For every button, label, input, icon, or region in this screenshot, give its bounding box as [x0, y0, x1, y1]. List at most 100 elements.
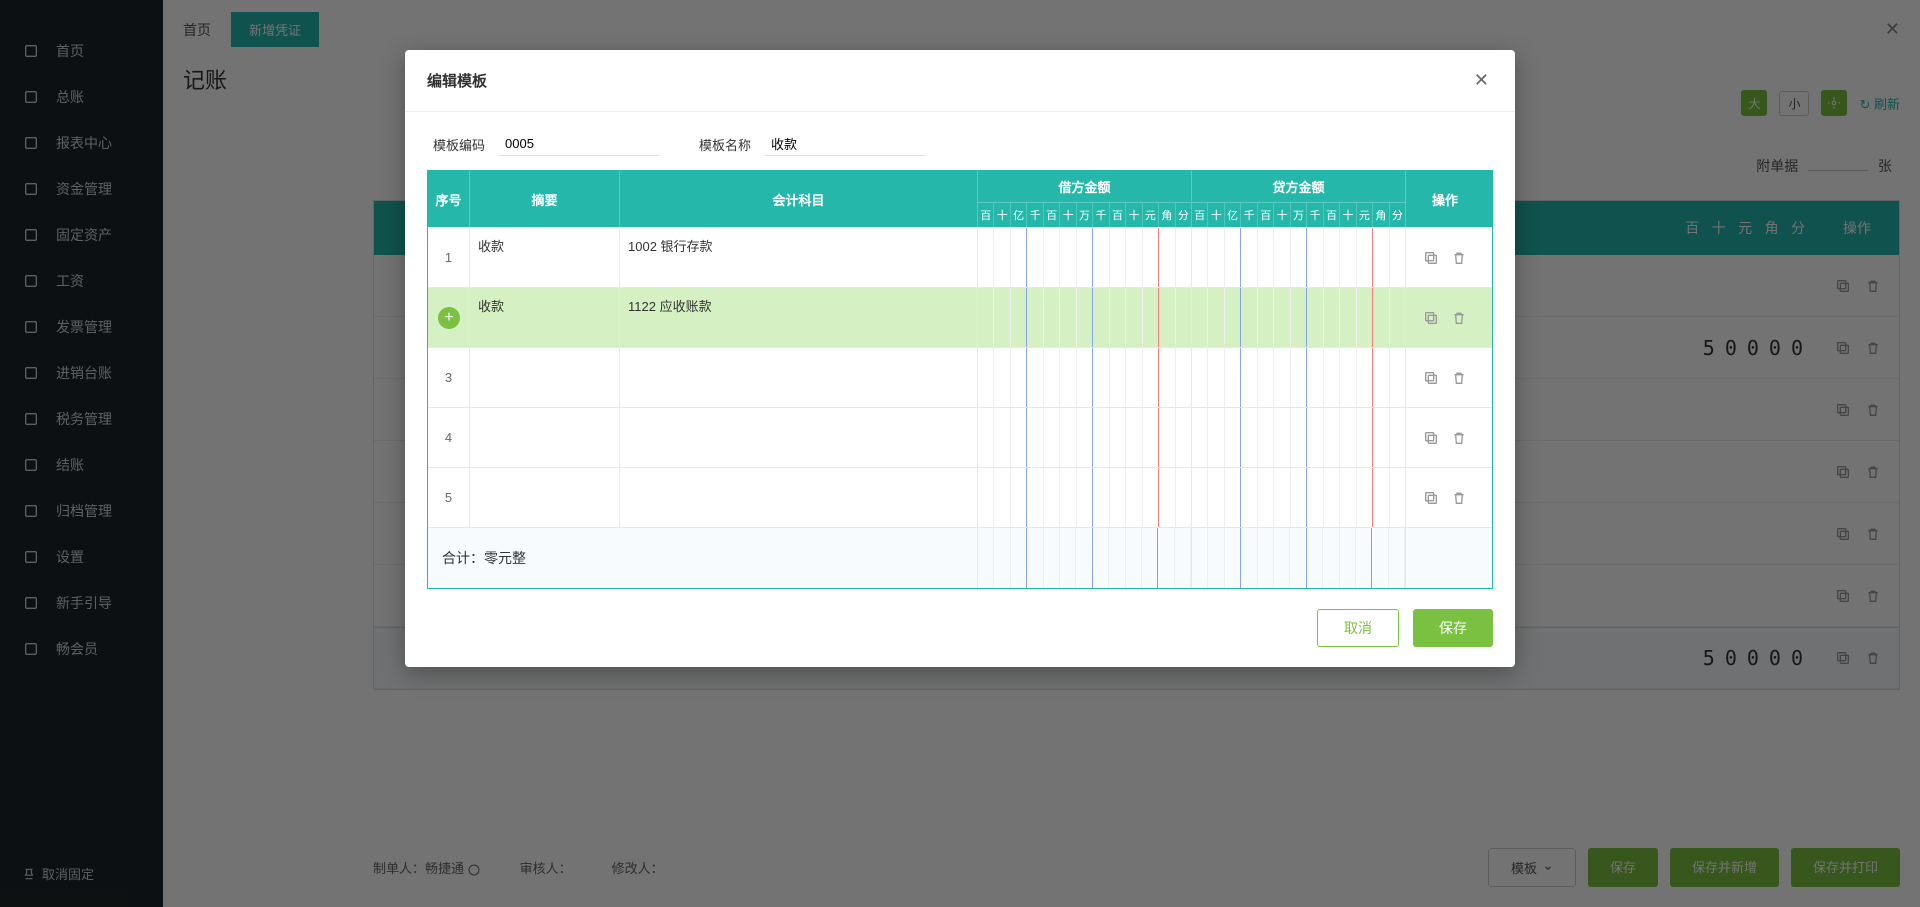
- amount-cell[interactable]: [1110, 228, 1126, 287]
- amount-cell[interactable]: [1390, 288, 1405, 347]
- amount-cell[interactable]: [1225, 528, 1241, 588]
- row-subject[interactable]: [620, 408, 978, 467]
- amount-cell[interactable]: [1356, 528, 1372, 588]
- amount-cell[interactable]: [1357, 408, 1373, 467]
- amount-cell[interactable]: [1093, 288, 1109, 347]
- amount-cell[interactable]: [994, 288, 1010, 347]
- amount-cell[interactable]: [1060, 528, 1076, 588]
- amount-cell[interactable]: [1159, 288, 1175, 347]
- amount-cell[interactable]: [1192, 228, 1208, 287]
- amount-cell[interactable]: [1159, 348, 1175, 407]
- amount-cell[interactable]: [1373, 408, 1389, 467]
- amount-cell[interactable]: [1044, 288, 1060, 347]
- amount-cell[interactable]: [1142, 528, 1158, 588]
- amount-cell[interactable]: [1192, 408, 1208, 467]
- delete-icon[interactable]: [1451, 430, 1467, 446]
- amount-cell[interactable]: [1060, 348, 1076, 407]
- amount-cell[interactable]: [1357, 228, 1373, 287]
- copy-icon[interactable]: [1423, 310, 1439, 326]
- amount-cell[interactable]: [1307, 228, 1323, 287]
- amount-cell[interactable]: [1390, 348, 1405, 407]
- amount-cell[interactable]: [1159, 408, 1175, 467]
- amount-cell[interactable]: [1093, 228, 1109, 287]
- amount-cell[interactable]: [994, 348, 1010, 407]
- amount-cell[interactable]: [1176, 348, 1191, 407]
- copy-icon[interactable]: [1423, 490, 1439, 506]
- amount-cell[interactable]: [1208, 228, 1224, 287]
- amount-cell[interactable]: [1093, 408, 1109, 467]
- amount-cell[interactable]: [1060, 408, 1076, 467]
- amount-cell[interactable]: [1307, 288, 1323, 347]
- amount-cell[interactable]: [1077, 288, 1093, 347]
- cancel-button[interactable]: 取消: [1317, 609, 1399, 647]
- amount-cell[interactable]: [1126, 468, 1142, 527]
- amount-cell[interactable]: [1093, 348, 1109, 407]
- amount-cell[interactable]: [1143, 288, 1159, 347]
- amount-cell[interactable]: [1357, 348, 1373, 407]
- amount-cell[interactable]: [1274, 228, 1290, 287]
- amount-cell[interactable]: [1027, 528, 1043, 588]
- amount-cell[interactable]: [1373, 228, 1389, 287]
- amount-cell[interactable]: [1372, 528, 1388, 588]
- amount-cell[interactable]: [1340, 288, 1356, 347]
- amount-cell[interactable]: [1143, 228, 1159, 287]
- amount-cell[interactable]: [1225, 348, 1241, 407]
- amount-cell[interactable]: [1192, 348, 1208, 407]
- amount-cell[interactable]: [1077, 348, 1093, 407]
- amount-cell[interactable]: [1027, 228, 1043, 287]
- amount-cell[interactable]: [1324, 348, 1340, 407]
- copy-icon[interactable]: [1423, 250, 1439, 266]
- amount-cell[interactable]: [1126, 288, 1142, 347]
- row-summary[interactable]: [470, 348, 620, 407]
- amount-cell[interactable]: [1011, 348, 1027, 407]
- amount-cell[interactable]: [1373, 468, 1389, 527]
- amount-cell[interactable]: [1044, 228, 1060, 287]
- amount-cell[interactable]: [1340, 528, 1356, 588]
- amount-cell[interactable]: [1340, 348, 1356, 407]
- amount-cell[interactable]: [1192, 528, 1208, 588]
- amount-cell[interactable]: [1011, 528, 1027, 588]
- row-summary[interactable]: 收款: [470, 228, 620, 287]
- amount-cell[interactable]: [1390, 408, 1405, 467]
- amount-cell[interactable]: [1241, 408, 1257, 467]
- amount-cell[interactable]: [1126, 408, 1142, 467]
- amount-cell[interactable]: [1027, 408, 1043, 467]
- amount-cell[interactable]: [1208, 408, 1224, 467]
- delete-icon[interactable]: [1451, 310, 1467, 326]
- amount-cell[interactable]: [1208, 528, 1224, 588]
- amount-cell[interactable]: [1274, 408, 1290, 467]
- amount-cell[interactable]: [1143, 468, 1159, 527]
- amount-cell[interactable]: [978, 228, 994, 287]
- row-summary[interactable]: [470, 468, 620, 527]
- amount-cell[interactable]: [1291, 468, 1307, 527]
- amount-cell[interactable]: [1110, 288, 1126, 347]
- amount-cell[interactable]: [1044, 528, 1060, 588]
- row-subject[interactable]: [620, 348, 978, 407]
- amount-cell[interactable]: [1044, 348, 1060, 407]
- amount-cell[interactable]: [1158, 528, 1174, 588]
- amount-cell[interactable]: [1258, 228, 1274, 287]
- amount-cell[interactable]: [1324, 408, 1340, 467]
- amount-cell[interactable]: [1176, 288, 1191, 347]
- amount-cell[interactable]: [1241, 228, 1257, 287]
- amount-cell[interactable]: [1176, 468, 1191, 527]
- amount-cell[interactable]: [1340, 228, 1356, 287]
- amount-cell[interactable]: [1274, 468, 1290, 527]
- amount-cell[interactable]: [1110, 408, 1126, 467]
- amount-cell[interactable]: [1323, 528, 1339, 588]
- amount-cell[interactable]: [1324, 228, 1340, 287]
- amount-cell[interactable]: [1208, 288, 1224, 347]
- amount-cell[interactable]: [978, 528, 994, 588]
- row-subject[interactable]: 1002 银行存款: [620, 228, 978, 287]
- amount-cell[interactable]: [1291, 228, 1307, 287]
- amount-cell[interactable]: [1241, 468, 1257, 527]
- amount-cell[interactable]: [1390, 228, 1405, 287]
- add-row-button[interactable]: +: [438, 307, 460, 329]
- amount-cell[interactable]: [1291, 288, 1307, 347]
- amount-cell[interactable]: [1324, 288, 1340, 347]
- copy-icon[interactable]: [1423, 430, 1439, 446]
- row-subject[interactable]: 1122 应收账款: [620, 288, 978, 347]
- amount-cell[interactable]: [1126, 528, 1142, 588]
- row-summary[interactable]: [470, 408, 620, 467]
- row-subject[interactable]: [620, 468, 978, 527]
